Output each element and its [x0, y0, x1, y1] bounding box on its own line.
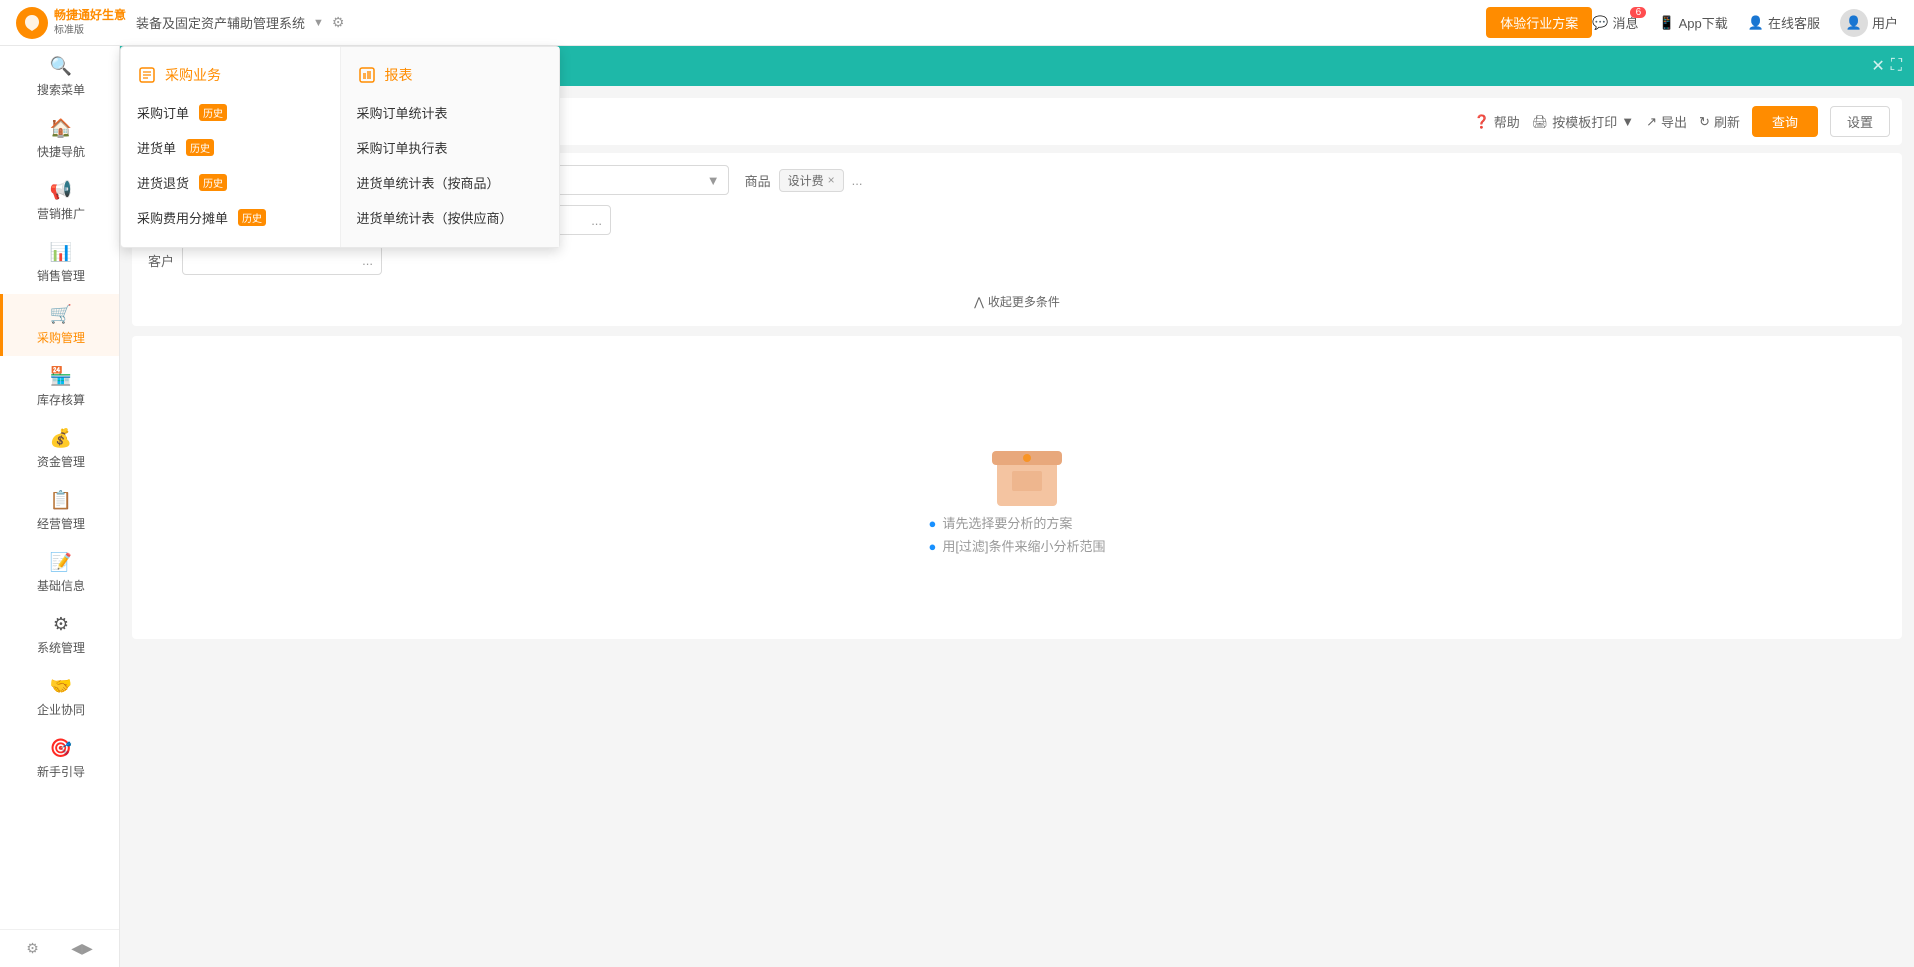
- empty-illustration: [977, 416, 1057, 496]
- sidebar-item-inventory[interactable]: 🏪 库存核算: [0, 356, 119, 418]
- basicinfo-icon: 📝: [50, 552, 72, 573]
- print-dropdown-icon: ▼: [1621, 114, 1634, 129]
- purchase-dropdown-menu: 采购业务 采购订单 历史 进货单 历史 进货退货 历史 采购费用分摊单 历史 报…: [120, 46, 560, 248]
- sidebar-item-enterprise[interactable]: 🤝 企业协同: [0, 666, 119, 728]
- bell-icon: 💬: [1592, 15, 1608, 31]
- goods-tag-close[interactable]: ×: [828, 173, 835, 187]
- purchase-header-icon: [137, 65, 157, 85]
- online-service-btn[interactable]: 👤 在线客服: [1748, 13, 1820, 32]
- history-badge-4: 历史: [238, 209, 266, 226]
- history-badge-2: 历史: [186, 139, 214, 156]
- refresh-icon: ↻: [1699, 114, 1710, 130]
- sidebar-footer: ⚙ ◀▶: [0, 929, 119, 967]
- dropdown-report-col: 报表 采购订单统计表 采购订单执行表 进货单统计表（按商品） 进货单统计表（按供…: [340, 47, 560, 247]
- sidebar-collapse-btn[interactable]: ◀▶: [71, 940, 93, 957]
- sidebar: 🔍 搜索菜单 🏠 快捷导航 📢 营销推广 📊 销售管理 🛒 采购管理 🏪 库存核…: [0, 46, 120, 967]
- print-btn[interactable]: 🖨 按模板打印 ▼: [1532, 112, 1634, 131]
- report-header-icon: [357, 65, 377, 85]
- empty-text: ●请先选择要分析的方案 ●用[过滤]条件来缩小分析范围: [928, 512, 1105, 559]
- goods-filter-group: 商品 设计费 × ...: [745, 169, 863, 192]
- dropdown-purchase-order[interactable]: 采购订单 历史: [121, 95, 340, 130]
- dropdown-purchase-expense[interactable]: 采购费用分摊单 历史: [121, 200, 340, 235]
- sidebar-item-quicknav[interactable]: 🏠 快捷导航: [0, 108, 119, 170]
- marketing-icon: 📢: [50, 180, 72, 201]
- goods-label: 商品: [745, 171, 771, 190]
- salesman-dropdown-icon: ...: [591, 213, 602, 228]
- dropdown-report-header: 报表: [341, 59, 560, 95]
- goods-more-btn[interactable]: ...: [852, 173, 863, 188]
- logo-text: 畅捷通好生意 标准版: [54, 8, 126, 37]
- filter-row-3: 客户 ...: [148, 245, 1886, 275]
- empty-state: ●请先选择要分析的方案 ●用[过滤]条件来缩小分析范围: [132, 336, 1902, 639]
- system-icon: ⚙: [53, 614, 69, 635]
- logo-icon: [16, 7, 48, 39]
- user-btn[interactable]: 👤 用户: [1840, 9, 1898, 37]
- home-icon: 🏠: [50, 118, 72, 139]
- system-title-text: 装备及固定资产辅助管理系统: [136, 13, 305, 32]
- dropdown-report-order-stats[interactable]: 采购订单统计表: [341, 95, 560, 130]
- sidebar-item-operations[interactable]: 📋 经营管理: [0, 480, 119, 542]
- dropdown-purchase-header: 采购业务: [121, 59, 340, 95]
- notifications-badge: 6: [1630, 7, 1646, 18]
- guide-icon: 🎯: [50, 738, 72, 759]
- sidebar-item-marketing[interactable]: 📢 营销推广: [0, 170, 119, 232]
- sidebar-settings-btn[interactable]: ⚙: [26, 940, 39, 957]
- dropdown-report-incoming-supplier[interactable]: 进货单统计表（按供应商）: [341, 200, 560, 235]
- header-right: 💬 消息 6 📱 App下载 👤 在线客服 👤 用户: [1592, 9, 1898, 37]
- phone-icon: 📱: [1658, 15, 1674, 31]
- export-btn[interactable]: ↗ 导出: [1646, 112, 1687, 131]
- sales-icon: 📊: [50, 242, 72, 263]
- dropdown-purchase-return[interactable]: 进货退货 历史: [121, 165, 340, 200]
- goods-tag: 设计费 ×: [779, 169, 844, 192]
- dropdown-purchase-col: 采购业务 采购订单 历史 进货单 历史 进货退货 历史 采购费用分摊单 历史: [121, 47, 340, 247]
- history-badge-3: 历史: [199, 174, 227, 191]
- purchase-icon: 🛒: [50, 304, 72, 325]
- refresh-btn[interactable]: ↻ 刷新: [1699, 112, 1740, 131]
- customer-select[interactable]: ...: [182, 245, 382, 275]
- headset-icon: 👤: [1748, 15, 1764, 31]
- settings-config-btn[interactable]: 设置: [1830, 106, 1890, 137]
- print-icon: 🖨: [1532, 114, 1549, 130]
- help-btn[interactable]: ❓ 帮助: [1474, 112, 1520, 131]
- customer-label: 客户: [148, 251, 174, 270]
- status-dropdown-icon: ▼: [707, 173, 720, 188]
- collapse-btn[interactable]: ⋀ 收起更多条件: [148, 285, 1886, 314]
- sidebar-item-search[interactable]: 🔍 搜索菜单: [0, 46, 119, 108]
- query-btn[interactable]: 查询: [1752, 106, 1818, 137]
- dropdown-purchase-incoming[interactable]: 进货单 历史: [121, 130, 340, 165]
- help-icon: ❓: [1474, 114, 1490, 130]
- enterprise-icon: 🤝: [50, 676, 72, 697]
- finance-icon: 💰: [50, 428, 72, 449]
- tab-action-close[interactable]: ✕: [1871, 56, 1884, 76]
- customer-filter-group: 客户 ...: [148, 245, 382, 275]
- industry-btn[interactable]: 体验行业方案: [1486, 7, 1592, 38]
- customer-dropdown-icon: ...: [362, 253, 373, 268]
- sidebar-item-finance[interactable]: 💰 资金管理: [0, 418, 119, 480]
- history-badge-1: 历史: [199, 104, 227, 121]
- search-icon: 🔍: [50, 56, 72, 77]
- app-download-btn[interactable]: 📱 App下载: [1658, 13, 1727, 32]
- system-title-area: 装备及固定资产辅助管理系统 ▼ ⚙: [136, 13, 1486, 32]
- sidebar-item-system[interactable]: ⚙ 系统管理: [0, 604, 119, 666]
- sidebar-item-purchase[interactable]: 🛒 采购管理: [0, 294, 119, 356]
- notifications-btn[interactable]: 💬 消息 6: [1592, 13, 1638, 32]
- collapse-icon: ⋀: [974, 295, 984, 309]
- tab-action-maximize[interactable]: ⛶: [1891, 57, 1902, 75]
- dropdown-report-order-exec[interactable]: 采购订单执行表: [341, 130, 560, 165]
- export-icon: ↗: [1646, 114, 1657, 130]
- tab-actions: ✕ ⛶: [1859, 46, 1914, 86]
- sidebar-item-basicinfo[interactable]: 📝 基础信息: [0, 542, 119, 604]
- operations-icon: 📋: [50, 490, 72, 511]
- sidebar-item-sales[interactable]: 📊 销售管理: [0, 232, 119, 294]
- system-dropdown-arrow[interactable]: ▼: [313, 17, 324, 29]
- avatar: 👤: [1840, 9, 1868, 37]
- system-settings-icon[interactable]: ⚙: [332, 14, 345, 31]
- dropdown-report-incoming-goods[interactable]: 进货单统计表（按商品）: [341, 165, 560, 200]
- status-select[interactable]: ▼: [549, 165, 729, 195]
- top-header: 畅捷通好生意 标准版 装备及固定资产辅助管理系统 ▼ ⚙ 体验行业方案 💬 消息…: [0, 0, 1914, 46]
- sidebar-item-guide[interactable]: 🎯 新手引导: [0, 728, 119, 790]
- logo-area: 畅捷通好生意 标准版: [16, 7, 136, 39]
- inventory-icon: 🏪: [50, 366, 72, 387]
